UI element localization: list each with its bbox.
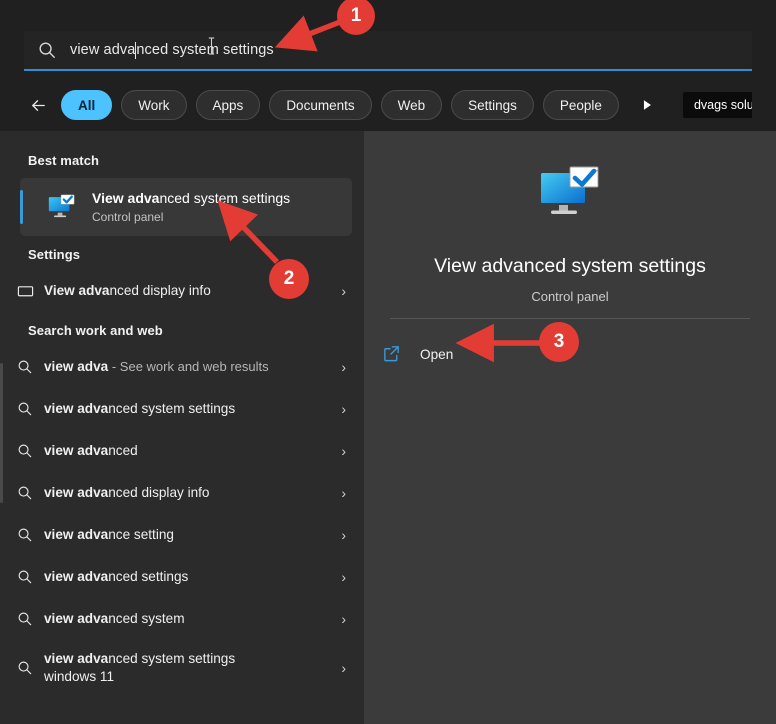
chevron-right-icon: › — [341, 283, 346, 299]
web-result-row[interactable]: view advanced display info › — [0, 472, 364, 514]
web-result-label: view adva - See work and web results — [44, 358, 269, 374]
chevron-right-icon: › — [341, 485, 346, 501]
results-area: Best match View advanced system settings… — [0, 131, 776, 724]
web-result-row[interactable]: view advanced › — [0, 430, 364, 472]
detail-panel: View advanced system settings Control pa… — [364, 131, 776, 724]
best-match-title: View advanced system settings — [92, 189, 291, 206]
annotation-badge-1: 1 — [337, 0, 375, 35]
search-icon — [16, 659, 34, 677]
search-icon — [16, 610, 34, 628]
search-work-and-web-header: Search work and web — [28, 323, 163, 338]
tab-all[interactable]: All — [61, 90, 113, 120]
search-icon — [16, 568, 34, 586]
chevron-right-icon: › — [341, 443, 346, 459]
tab-apps[interactable]: Apps — [195, 90, 261, 120]
web-result-row[interactable]: view advanced system settings windows 11… — [0, 640, 364, 696]
filter-tab-row: All Work Apps Documents Web Settings Peo… — [24, 85, 752, 125]
detail-content: View advanced system settings Control pa… — [364, 131, 776, 304]
best-match-row[interactable]: View advanced system settings Control pa… — [20, 178, 352, 236]
back-arrow-icon[interactable] — [24, 91, 52, 119]
settings-item-view-advanced-display-info[interactable]: View advanced display info › — [0, 270, 364, 312]
search-text-before-caret: view adva — [70, 42, 136, 58]
organization-chip[interactable]: dvags solutions — [682, 92, 752, 118]
search-icon — [16, 400, 34, 418]
tab-web[interactable]: Web — [380, 90, 443, 120]
best-match-header: Best match — [28, 153, 100, 168]
open-action-row[interactable]: Open — [372, 336, 768, 372]
web-result-row[interactable]: view advanced settings › — [0, 556, 364, 598]
web-result-label: view advanced system — [44, 610, 185, 626]
search-icon — [16, 484, 34, 502]
tab-documents[interactable]: Documents — [269, 90, 372, 120]
settings-header: Settings — [28, 247, 81, 262]
web-result-row[interactable]: view adva - See work and web results › — [0, 346, 364, 388]
external-link-icon — [382, 344, 402, 364]
tab-people[interactable]: People — [542, 90, 619, 120]
monitor-check-icon — [46, 192, 76, 222]
monitor-icon — [16, 282, 34, 300]
search-box[interactable]: view adva nced system settings — [24, 31, 752, 71]
selection-accent-bar — [20, 190, 23, 224]
web-result-label: view advanced display info — [44, 484, 210, 500]
web-result-row[interactable]: view advance setting › — [0, 514, 364, 556]
search-icon — [16, 358, 34, 376]
best-match-text: View advanced system settings Control pa… — [92, 189, 290, 226]
results-list-panel: Best match View advanced system settings… — [0, 131, 364, 724]
web-result-label: view advanced system settings — [44, 400, 236, 416]
search-icon — [16, 442, 34, 460]
open-label: Open — [420, 346, 454, 362]
web-result-row[interactable]: view advanced system settings › — [0, 388, 364, 430]
chevron-right-icon: › — [341, 401, 346, 417]
search-icon — [16, 526, 34, 544]
chevron-right-icon: › — [341, 359, 346, 375]
settings-item-label: View advanced display info — [44, 282, 211, 298]
search-input-text[interactable]: view adva nced system settings — [70, 41, 274, 59]
best-match-subtitle: Control panel — [92, 209, 164, 224]
chevron-right-icon: › — [341, 611, 346, 627]
web-result-label: view advanced — [44, 442, 138, 458]
web-result-label: view advanced settings — [44, 568, 189, 584]
chevron-right-icon: › — [341, 527, 346, 543]
play-arrow-icon[interactable] — [632, 90, 662, 120]
monitor-check-icon — [538, 163, 602, 227]
detail-title: View advanced system settings — [434, 255, 706, 277]
web-result-label: view advanced system settings windows 11 — [44, 650, 236, 684]
detail-divider — [390, 318, 750, 319]
web-result-row[interactable]: view advanced system › — [0, 598, 364, 640]
search-icon — [38, 41, 56, 59]
web-result-label: view advance setting — [44, 526, 174, 542]
tab-settings[interactable]: Settings — [451, 90, 534, 120]
chevron-right-icon: › — [341, 660, 346, 676]
chevron-right-icon: › — [341, 569, 346, 585]
tab-work[interactable]: Work — [121, 90, 187, 120]
search-text-after-caret: nced system settings — [136, 42, 274, 58]
detail-subtitle: Control panel — [531, 289, 609, 304]
